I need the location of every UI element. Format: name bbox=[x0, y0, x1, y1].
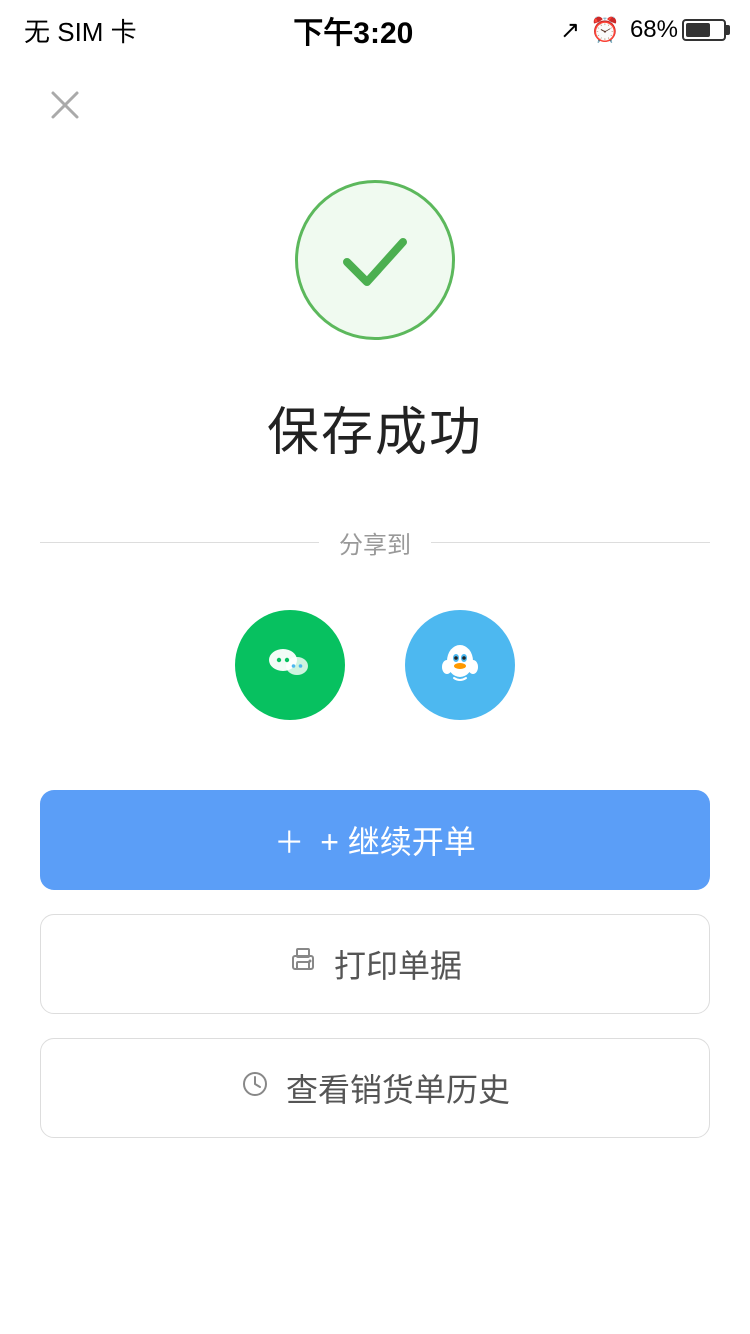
wechat-share-button[interactable] bbox=[235, 610, 345, 720]
battery-icon bbox=[682, 19, 726, 41]
checkmark-icon bbox=[335, 220, 415, 300]
continue-order-button[interactable]: ＋ + 继续开单 bbox=[40, 790, 710, 890]
success-title: 保存成功 bbox=[40, 390, 710, 465]
divider-right bbox=[431, 542, 710, 543]
view-history-button[interactable]: 查看销货单历史 bbox=[40, 1038, 710, 1138]
status-right: ↗ ⏰ 68% bbox=[560, 16, 726, 45]
main-content: 保存成功 分享到 bbox=[0, 80, 750, 1138]
battery-indicator: 68% bbox=[630, 16, 726, 44]
action-buttons: ＋ + 继续开单 打印单据 查看销货单历史 bbox=[40, 790, 710, 1138]
close-button[interactable] bbox=[40, 80, 90, 130]
print-label: 打印单据 bbox=[334, 941, 462, 987]
wechat-icon bbox=[259, 634, 321, 696]
history-label: 查看销货单历史 bbox=[286, 1065, 510, 1111]
print-receipt-button[interactable]: 打印单据 bbox=[40, 914, 710, 1014]
divider-left bbox=[40, 542, 319, 543]
carrier-label: 无 SIM 卡 bbox=[24, 12, 137, 49]
battery-fill bbox=[686, 23, 710, 37]
share-label: 分享到 bbox=[339, 525, 411, 560]
qq-icon bbox=[429, 634, 491, 696]
status-time: 下午3:20 bbox=[293, 8, 413, 52]
location-icon: ↗ bbox=[560, 16, 580, 45]
share-icons-row bbox=[40, 610, 710, 720]
history-icon bbox=[240, 1069, 270, 1107]
plus-icon: ＋ bbox=[274, 818, 304, 862]
continue-order-label: + 继续开单 bbox=[320, 817, 476, 863]
success-icon-circle bbox=[295, 180, 455, 340]
alarm-icon: ⏰ bbox=[590, 16, 620, 45]
status-bar: 无 SIM 卡 下午3:20 ↗ ⏰ 68% bbox=[0, 0, 750, 60]
share-divider: 分享到 bbox=[40, 525, 710, 560]
printer-icon bbox=[288, 945, 318, 983]
status-left: 无 SIM 卡 bbox=[24, 12, 147, 49]
battery-pct-label: 68% bbox=[630, 16, 678, 44]
qq-share-button[interactable] bbox=[405, 610, 515, 720]
